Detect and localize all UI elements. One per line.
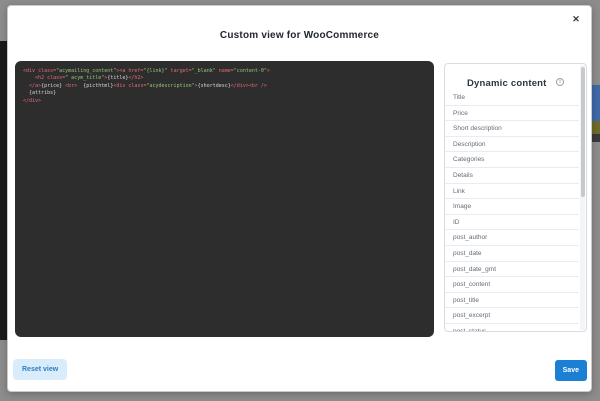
- dynamic-content-item[interactable]: post_excerpt: [445, 308, 579, 324]
- dynamic-content-item[interactable]: Image: [445, 199, 579, 215]
- backdrop-right-dark-region: [592, 134, 600, 142]
- scrollbar-thumb[interactable]: [580, 67, 585, 197]
- dynamic-content-item[interactable]: post_title: [445, 293, 579, 309]
- code-editor[interactable]: <div class="acymailing_content"><a href=…: [15, 61, 434, 337]
- modal-title: Custom view for WooCommerce: [219, 30, 380, 41]
- dynamic-content-panel: Dynamic content i Title Price Short descri…: [444, 63, 587, 332]
- save-button[interactable]: Save: [554, 360, 587, 381]
- code-line: <h2 class=" acym_title">{title}</h2>: [35, 75, 144, 82]
- code-line: </a>{price} <br> {picthtml}<div class="a…: [29, 82, 267, 89]
- backdrop-right-olive-region: [592, 121, 600, 134]
- dynamic-content-item[interactable]: Categories: [445, 152, 579, 168]
- dynamic-content-item[interactable]: Title: [445, 90, 579, 106]
- dynamic-content-item[interactable]: Details: [445, 168, 579, 184]
- dynamic-content-item[interactable]: post_content: [445, 277, 579, 293]
- dynamic-content-item[interactable]: post_author: [445, 230, 579, 246]
- dynamic-content-item[interactable]: Description: [445, 137, 579, 153]
- dynamic-content-list: Title Price Short description Description Ca…: [445, 90, 579, 331]
- page-backdrop: Custom view for WooCommerce ✕ <div class…: [0, 0, 600, 401]
- dynamic-content-item[interactable]: Price: [445, 106, 579, 122]
- dynamic-content-item[interactable]: Short description: [445, 121, 579, 137]
- dynamic-content-title: Dynamic content: [467, 78, 547, 89]
- code-line: </div>: [23, 97, 42, 104]
- dynamic-content-item[interactable]: ID: [445, 215, 579, 231]
- close-icon[interactable]: ✕: [570, 13, 582, 25]
- sidebar-scrollbar[interactable]: [580, 65, 585, 330]
- info-icon[interactable]: i: [556, 77, 564, 86]
- dynamic-content-item[interactable]: post_status: [445, 324, 579, 331]
- custom-view-modal: Custom view for WooCommerce ✕ <div class…: [7, 5, 592, 392]
- code-line: {attribs}: [23, 90, 57, 97]
- dynamic-content-item[interactable]: post_date: [445, 246, 579, 262]
- code-line: <div class="acymailing_content"><a href=…: [23, 68, 270, 74]
- backdrop-left-dark-region: [0, 41, 7, 340]
- dynamic-content-item[interactable]: Link: [445, 184, 579, 200]
- dynamic-content-item[interactable]: post_date_gmt: [445, 262, 579, 278]
- backdrop-right-blue-region: [592, 85, 600, 121]
- reset-view-button[interactable]: Reset view: [13, 359, 68, 380]
